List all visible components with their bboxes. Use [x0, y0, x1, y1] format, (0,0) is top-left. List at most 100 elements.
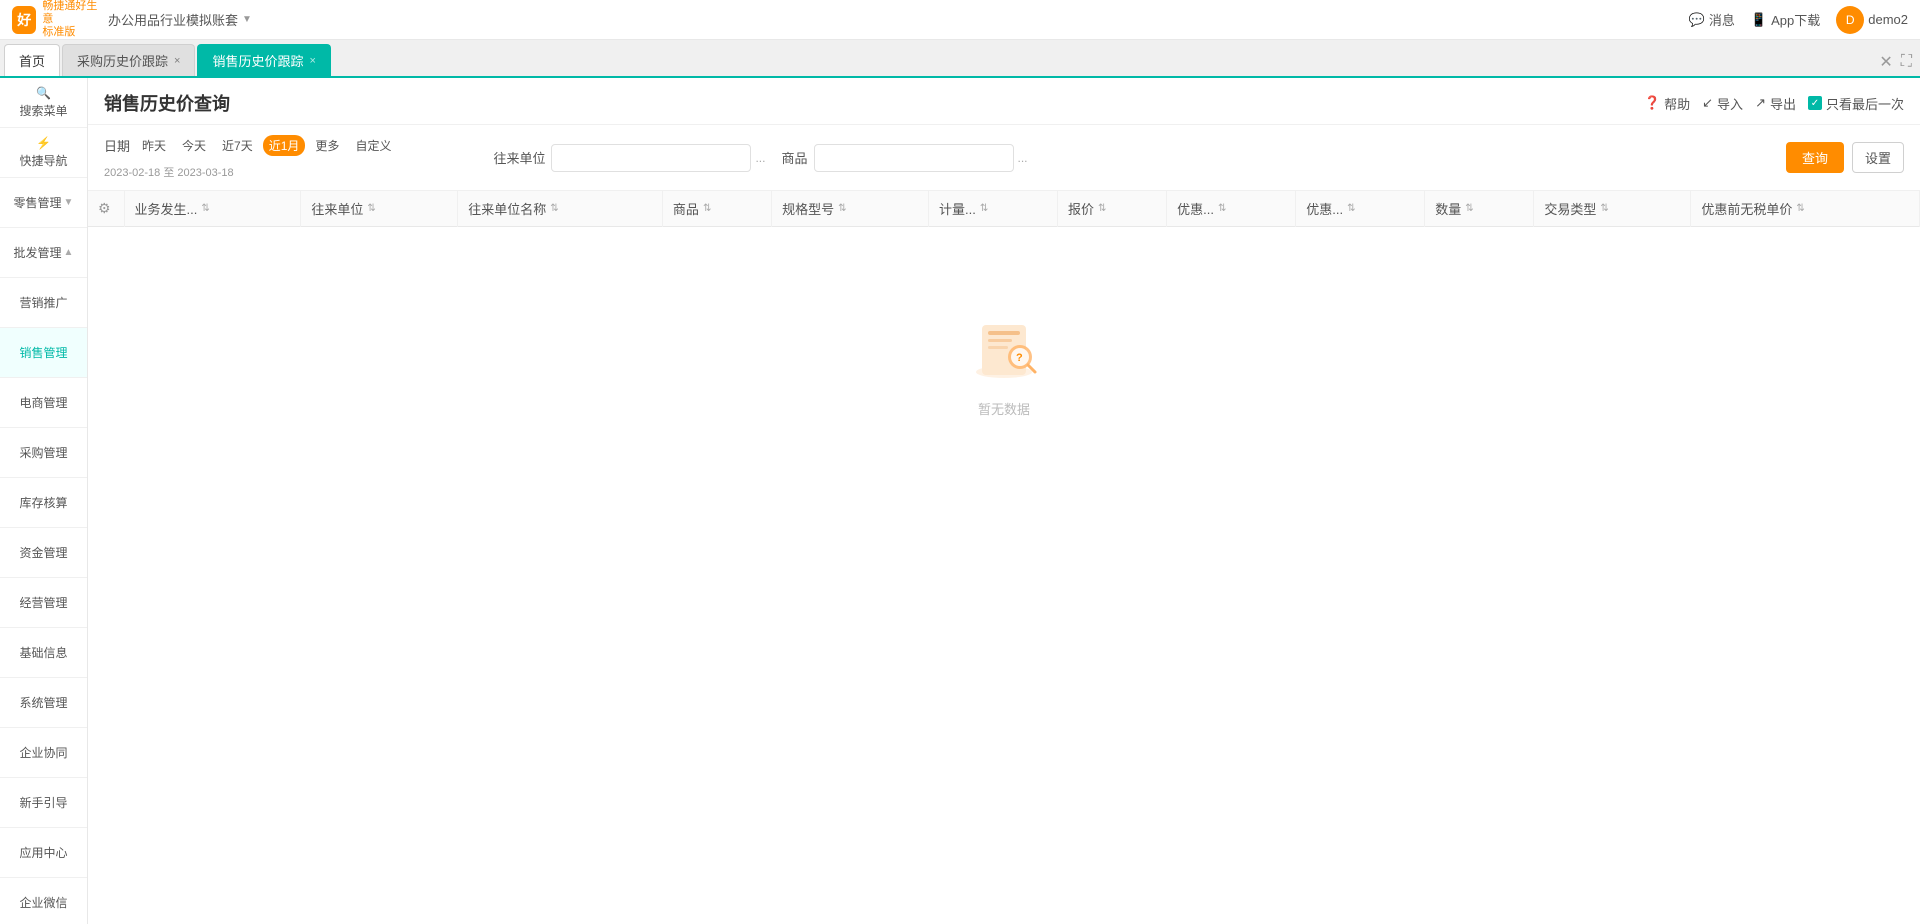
product-input[interactable]	[814, 144, 1014, 172]
close-tab-button[interactable]: ✕	[1879, 52, 1892, 72]
partner-picker-icon[interactable]: ...	[755, 151, 765, 165]
th-discount2[interactable]: 优惠... ⇅	[1296, 191, 1425, 227]
username: demo2	[1868, 12, 1908, 27]
only-last-checkbox-group[interactable]: ✓ 只看最后一次	[1808, 94, 1904, 113]
sort-icon-partner-code: ⇅	[367, 203, 375, 214]
date-btn-yesterday[interactable]: 昨天	[136, 135, 172, 156]
sort-icon-trade-type: ⇅	[1600, 203, 1608, 214]
filter-actions: 查询 设置	[1786, 142, 1904, 173]
purchase-tab-close-icon[interactable]: ×	[174, 55, 180, 67]
th-settings[interactable]: ⚙	[88, 191, 124, 227]
query-button[interactable]: 查询	[1786, 142, 1844, 173]
th-biz-date[interactable]: 业务发生... ⇅	[124, 191, 301, 227]
quick-nav-icon: ⚡	[36, 136, 51, 150]
th-quote[interactable]: 报价 ⇅	[1058, 191, 1167, 227]
sort-icon-biz-date: ⇅	[201, 203, 209, 214]
sidebar-item-marketing[interactable]: 营销推广	[0, 278, 87, 328]
help-button[interactable]: ❓ 帮助	[1644, 94, 1690, 113]
sidebar-item-ecommerce[interactable]: 电商管理	[0, 378, 87, 428]
maximize-button[interactable]: ⛶	[1901, 53, 1912, 71]
date-btn-7days[interactable]: 近7天	[216, 135, 259, 156]
sidebar-item-wx-enterprise[interactable]: 企业微信	[0, 878, 87, 924]
sort-icon-quote: ⇅	[1098, 203, 1106, 214]
main-layout: 🔍 搜索菜单 ⚡ 快捷导航 零售管理 ▼ 批发管理 ▲ 营销推广 销售管理 电商…	[0, 78, 1920, 924]
svg-text:?: ?	[1016, 352, 1023, 364]
sort-icon-unit: ⇅	[980, 203, 988, 214]
import-button[interactable]: ↙ 导入	[1702, 94, 1743, 113]
th-quantity[interactable]: 数量 ⇅	[1425, 191, 1534, 227]
sidebar-item-sales[interactable]: 销售管理	[0, 328, 87, 378]
help-icon: ❓	[1644, 95, 1660, 111]
logo-icon: 好	[12, 6, 36, 34]
th-unit[interactable]: 计量... ⇅	[928, 191, 1057, 227]
th-discount1[interactable]: 优惠... ⇅	[1167, 191, 1296, 227]
message-button[interactable]: 💬 消息	[1689, 10, 1735, 29]
avatar: D	[1836, 6, 1864, 34]
only-last-checkbox[interactable]: ✓	[1808, 96, 1822, 110]
app-download-button[interactable]: 📱 App下载	[1751, 10, 1820, 29]
sort-icon-product: ⇅	[703, 203, 711, 214]
th-partner-name[interactable]: 往来单位名称 ⇅	[458, 191, 663, 227]
date-filter-group: 日期 昨天 今天 近7天 近1月 更多 自定义 2023-02-18 至 202…	[104, 135, 397, 180]
product-picker-icon[interactable]: ...	[1018, 151, 1028, 165]
date-btn-more[interactable]: 更多	[309, 135, 345, 156]
sidebar-item-system[interactable]: 系统管理	[0, 678, 87, 728]
search-icon: 🔍	[36, 86, 51, 100]
partner-input[interactable]	[551, 144, 751, 172]
tab-purchase[interactable]: 采购历史价跟踪 ×	[62, 44, 195, 76]
message-icon: 💬	[1689, 12, 1705, 28]
sidebar-item-operations[interactable]: 经营管理	[0, 578, 87, 628]
sidebar-item-quick-nav[interactable]: ⚡ 快捷导航	[0, 128, 87, 178]
export-button[interactable]: ↗ 导出	[1755, 94, 1796, 113]
sidebar-item-enterprise[interactable]: 企业协同	[0, 728, 87, 778]
sort-icon-spec: ⇅	[838, 203, 846, 214]
sidebar-item-app-center[interactable]: 应用中心	[0, 828, 87, 878]
th-trade-type[interactable]: 交易类型 ⇅	[1534, 191, 1691, 227]
sales-tab-close-icon[interactable]: ×	[309, 55, 315, 67]
user-profile[interactable]: D demo2	[1836, 6, 1908, 34]
date-btn-today[interactable]: 今天	[176, 135, 212, 156]
sort-icon-quantity: ⇅	[1465, 203, 1473, 214]
table-settings-icon[interactable]: ⚙	[98, 200, 111, 216]
th-spec[interactable]: 规格型号 ⇅	[772, 191, 929, 227]
sidebar-item-retail[interactable]: 零售管理 ▼	[0, 178, 87, 228]
sidebar-item-search[interactable]: 🔍 搜索菜单	[0, 78, 87, 128]
date-buttons: 昨天 今天 近7天 近1月 更多 自定义	[136, 135, 397, 156]
workspace-chevron-icon: ▼	[242, 14, 252, 25]
sidebar-item-inventory[interactable]: 库存核算	[0, 478, 87, 528]
sidebar-item-finance[interactable]: 资金管理	[0, 528, 87, 578]
workspace-selector[interactable]: 办公用品行业模拟账套 ▼	[108, 10, 252, 29]
tab-home[interactable]: 首页	[4, 44, 60, 76]
header-center: 办公用品行业模拟账套 ▼	[100, 10, 1689, 29]
date-btn-custom[interactable]: 自定义	[349, 135, 397, 156]
partner-filter-group: 往来单位 ...	[493, 144, 765, 172]
date-btn-1month[interactable]: 近1月	[263, 135, 306, 156]
purchase-tab-label: 采购历史价跟踪	[77, 51, 168, 70]
th-partner-code[interactable]: 往来单位 ⇅	[301, 191, 458, 227]
app-header: 好 畅捷通好生意 标准版 办公用品行业模拟账套 ▼ 💬 消息 📱 App下载 D…	[0, 0, 1920, 40]
partner-label: 往来单位	[493, 148, 545, 167]
product-label: 商品	[781, 148, 807, 167]
sidebar-item-basic-info[interactable]: 基础信息	[0, 628, 87, 678]
th-pretax-price[interactable]: 优惠前无税单价 ⇅	[1691, 191, 1920, 227]
page-title: 销售历史价查询	[104, 90, 230, 116]
filter-bar: 日期 昨天 今天 近7天 近1月 更多 自定义 2023-02-18 至 202…	[88, 125, 1920, 191]
product-input-wrapper: ...	[814, 144, 1028, 172]
th-product[interactable]: 商品 ⇅	[662, 191, 771, 227]
sidebar-item-purchase[interactable]: 采购管理	[0, 428, 87, 478]
settings-button[interactable]: 设置	[1852, 142, 1904, 173]
date-range-display: 2023-02-18 至 2023-03-18	[104, 164, 234, 180]
empty-text: 暂无数据	[978, 399, 1030, 418]
sales-tab-label: 销售历史价跟踪	[212, 51, 303, 70]
import-icon: ↙	[1702, 95, 1713, 111]
wholesale-arrow-icon: ▲	[64, 247, 74, 258]
table-head: ⚙ 业务发生... ⇅ 往来单位 ⇅	[88, 191, 1920, 227]
sort-icon-pretax-price: ⇅	[1796, 203, 1804, 214]
tab-sales[interactable]: 销售历史价跟踪 ×	[197, 44, 330, 76]
date-label: 日期	[104, 136, 130, 155]
tab-bar-controls: ✕ ⛶	[1879, 52, 1920, 76]
sidebar-item-new-guide[interactable]: 新手引导	[0, 778, 87, 828]
empty-icon: ?	[964, 307, 1044, 387]
sidebar-item-wholesale[interactable]: 批发管理 ▲	[0, 228, 87, 278]
page-header: 销售历史价查询 ❓ 帮助 ↙ 导入 ↗ 导出 ✓ 只看最后一次	[88, 78, 1920, 125]
